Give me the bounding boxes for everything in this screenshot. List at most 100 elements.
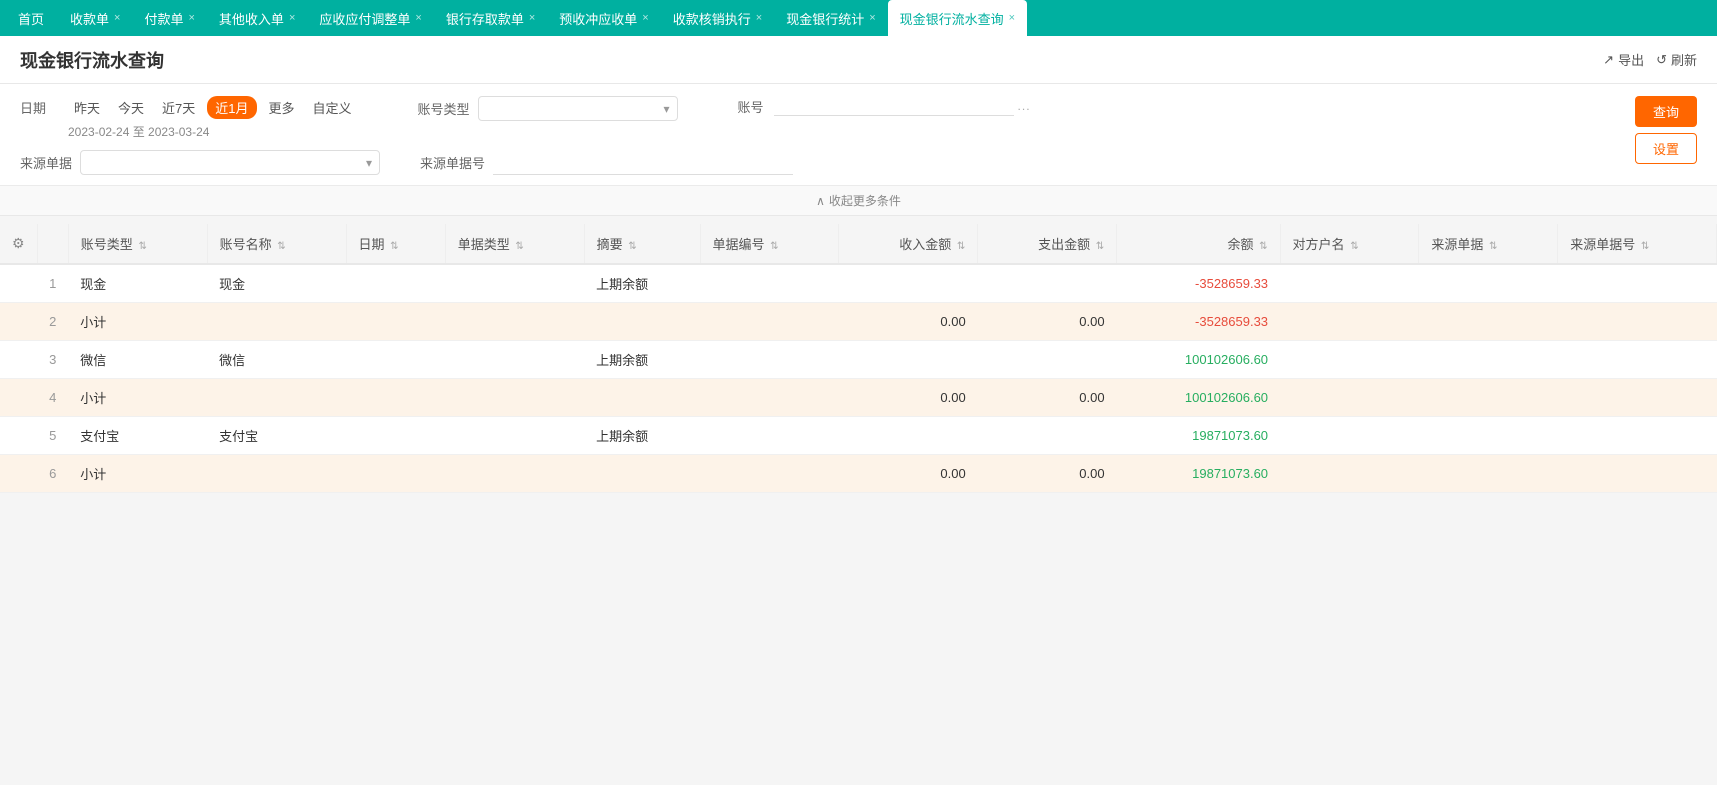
- row-balance: -3528659.33: [1117, 264, 1280, 303]
- table-header-row: ⚙ 账号类型 ⇅ 账号名称 ⇅ 日期 ⇅ 单据类型 ⇅: [0, 224, 1717, 264]
- close-icon[interactable]: ×: [114, 12, 120, 24]
- row-doc-no: [700, 379, 839, 417]
- row-source-doc: [1419, 303, 1558, 341]
- row-doc-type: [445, 417, 584, 455]
- close-icon[interactable]: ×: [415, 12, 421, 24]
- col-counterparty: 对方户名 ⇅: [1280, 224, 1419, 264]
- table-row: 5 支付宝 支付宝 上期余额 19871073.60: [0, 417, 1717, 455]
- nav-tab-payments[interactable]: 付款单 ×: [132, 0, 206, 36]
- close-icon[interactable]: ×: [869, 12, 875, 24]
- row-income: [839, 341, 978, 379]
- close-icon[interactable]: ×: [642, 12, 648, 24]
- query-button[interactable]: 查询: [1635, 96, 1697, 127]
- row-number: 3: [37, 341, 68, 379]
- close-icon[interactable]: ×: [188, 12, 194, 24]
- sort-icon-date[interactable]: ⇅: [390, 241, 398, 252]
- row-counterparty: [1280, 417, 1419, 455]
- nav-tab-other-income[interactable]: 其他收入单 ×: [207, 0, 307, 36]
- nav-tab-adjustments[interactable]: 应收应付调整单 ×: [307, 0, 433, 36]
- source-doc-no-input[interactable]: [493, 151, 793, 175]
- account-dots-icon[interactable]: ...: [1018, 99, 1031, 113]
- nav-tab-cash-flow[interactable]: 现金银行流水查询 ×: [888, 0, 1027, 36]
- sort-icon-account-name[interactable]: ⇅: [277, 241, 285, 252]
- row-date: [346, 341, 445, 379]
- account-input-wrapper: ...: [774, 96, 1031, 116]
- col-balance: 余额 ⇅: [1117, 224, 1280, 264]
- date-filter-label: 日期: [20, 98, 60, 117]
- close-icon[interactable]: ×: [529, 12, 535, 24]
- gear-icon[interactable]: ⚙: [12, 235, 25, 251]
- nav-tab-write-off[interactable]: 收款核销执行 ×: [661, 0, 774, 36]
- row-summary: [584, 303, 700, 341]
- row-income: 0.00: [839, 455, 978, 493]
- page-header: 现金银行流水查询 ↗ 导出 ↺ 刷新: [0, 36, 1717, 84]
- nav-home[interactable]: 首页: [4, 0, 58, 36]
- account-type-select[interactable]: [478, 96, 678, 121]
- row-doc-no: [700, 455, 839, 493]
- sort-icon-summary[interactable]: ⇅: [628, 241, 636, 252]
- row-source-doc-no: [1558, 379, 1717, 417]
- col-num: [37, 224, 68, 264]
- row-account-name: 支付宝: [207, 417, 346, 455]
- export-button[interactable]: ↗ 导出: [1603, 50, 1644, 69]
- header-actions: ↗ 导出 ↺ 刷新: [1603, 50, 1697, 69]
- nav-tab-bank-deposits[interactable]: 银行存取款单 ×: [434, 0, 547, 36]
- settings-button[interactable]: 设置: [1635, 133, 1697, 164]
- row-balance: 100102606.60: [1117, 341, 1280, 379]
- row-summary: 上期余额: [584, 417, 700, 455]
- sort-icon-expense[interactable]: ⇅: [1096, 241, 1104, 252]
- row-number: 4: [37, 379, 68, 417]
- close-icon[interactable]: ×: [756, 12, 762, 24]
- col-settings: ⚙: [0, 224, 37, 264]
- row-settings-cell: [0, 341, 37, 379]
- row-date: [346, 264, 445, 303]
- date-opt-more[interactable]: 更多: [263, 96, 301, 119]
- row-source-doc-no: [1558, 264, 1717, 303]
- row-source-doc-no: [1558, 303, 1717, 341]
- sort-icon-doc-type[interactable]: ⇅: [515, 241, 523, 252]
- row-doc-type: [445, 379, 584, 417]
- page-title: 现金银行流水查询: [20, 47, 164, 73]
- row-counterparty: [1280, 341, 1419, 379]
- sort-icon-counterparty[interactable]: ⇅: [1350, 241, 1358, 252]
- row-summary: 上期余额: [584, 341, 700, 379]
- date-opt-yesterday[interactable]: 昨天: [68, 96, 106, 119]
- data-table: ⚙ 账号类型 ⇅ 账号名称 ⇅ 日期 ⇅ 单据类型 ⇅: [0, 224, 1717, 493]
- sort-icon-source-doc-no[interactable]: ⇅: [1641, 241, 1649, 252]
- row-settings-cell: [0, 455, 37, 493]
- date-opt-today[interactable]: 今天: [112, 96, 150, 119]
- sort-icon-source-doc[interactable]: ⇅: [1489, 241, 1497, 252]
- sort-icon-doc-no[interactable]: ⇅: [770, 241, 778, 252]
- row-account-type: 小计: [68, 379, 207, 417]
- close-icon[interactable]: ×: [1009, 12, 1015, 24]
- row-number: 5: [37, 417, 68, 455]
- row-settings-cell: [0, 303, 37, 341]
- row-date: [346, 303, 445, 341]
- date-opt-7days[interactable]: 近7天: [156, 96, 201, 119]
- table-row: 4 小计 0.00 0.00 100102606.60: [0, 379, 1717, 417]
- sort-icon-income[interactable]: ⇅: [957, 241, 965, 252]
- sort-icon-account-type[interactable]: ⇅: [138, 241, 146, 252]
- nav-tab-cash-stats[interactable]: 现金银行统计 ×: [774, 0, 887, 36]
- row-summary: 上期余额: [584, 264, 700, 303]
- date-opt-1month[interactable]: 近1月: [207, 96, 256, 119]
- col-income: 收入金额 ⇅: [839, 224, 978, 264]
- row-doc-no: [700, 264, 839, 303]
- row-source-doc-no: [1558, 341, 1717, 379]
- close-icon[interactable]: ×: [289, 12, 295, 24]
- account-type-select-wrapper: [478, 96, 678, 121]
- col-summary: 摘要 ⇅: [584, 224, 700, 264]
- row-source-doc: [1419, 455, 1558, 493]
- source-doc-select[interactable]: [80, 150, 380, 175]
- date-opt-custom[interactable]: 自定义: [307, 96, 358, 119]
- nav-tab-prepay-offset[interactable]: 预收冲应收单 ×: [547, 0, 660, 36]
- date-range-display: 2023-02-24 至 2023-03-24: [68, 125, 209, 139]
- row-summary: [584, 455, 700, 493]
- refresh-button[interactable]: ↺ 刷新: [1656, 50, 1697, 69]
- row-source-doc: [1419, 341, 1558, 379]
- collapse-bar[interactable]: ∧ 收起更多条件: [0, 185, 1717, 215]
- account-input[interactable]: [774, 96, 1014, 116]
- row-expense: [978, 341, 1117, 379]
- nav-tab-receipts[interactable]: 收款单 ×: [58, 0, 132, 36]
- sort-icon-balance[interactable]: ⇅: [1259, 241, 1267, 252]
